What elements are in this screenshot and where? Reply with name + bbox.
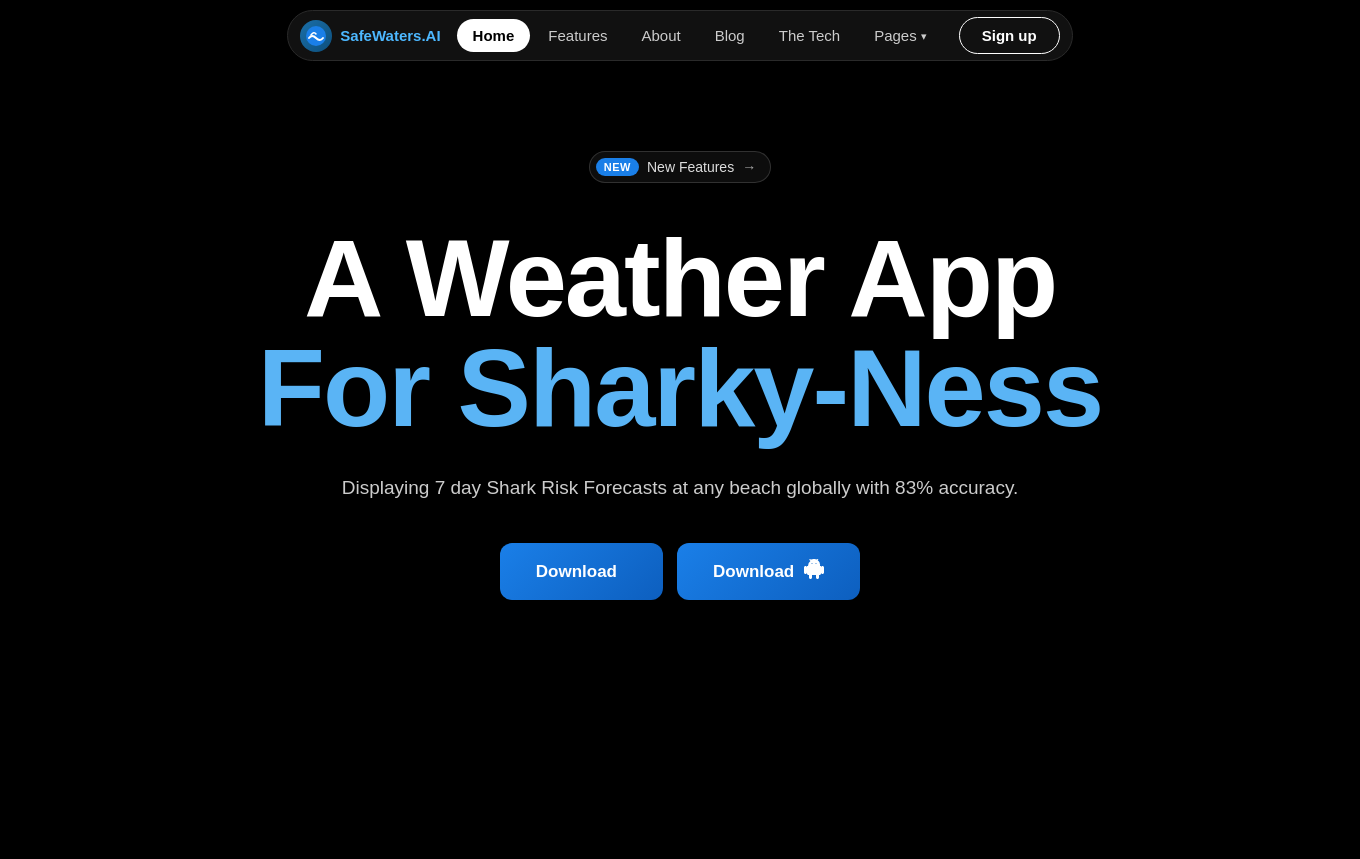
nav-item-features[interactable]: Features <box>532 19 623 52</box>
download-ios-button[interactable]: Download <box>500 543 663 600</box>
hero-subtitle: Displaying 7 day Shark Risk Forecasts at… <box>342 473 1019 503</box>
nav-item-pages[interactable]: Pages ▾ <box>858 19 943 52</box>
download-buttons: Download Download <box>500 543 860 600</box>
nav-inner: SafeWaters.AI Home Features About Blog T… <box>287 10 1072 61</box>
logo[interactable]: SafeWaters.AI <box>300 20 440 52</box>
nav-item-home[interactable]: Home <box>457 19 531 52</box>
nav-item-about[interactable]: About <box>625 19 696 52</box>
download-android-button[interactable]: Download <box>677 543 860 600</box>
logo-icon <box>300 20 332 52</box>
new-features-badge[interactable]: NEW New Features → <box>589 151 771 183</box>
chevron-down-icon: ▾ <box>921 30 927 43</box>
nav-item-blog[interactable]: Blog <box>699 19 761 52</box>
logo-text: SafeWaters.AI <box>340 27 440 44</box>
hero-title-line2: For Sharky-Ness <box>258 333 1102 443</box>
navbar: SafeWaters.AI Home Features About Blog T… <box>0 0 1360 71</box>
badge-text: New Features <box>647 159 734 175</box>
hero-section: NEW New Features → A Weather App For Sha… <box>0 71 1360 600</box>
nav-links: Home Features About Blog The Tech Pages … <box>457 19 943 52</box>
nav-item-the-tech[interactable]: The Tech <box>763 19 856 52</box>
arrow-icon: → <box>742 159 756 175</box>
android-icon <box>804 559 824 584</box>
svg-point-0 <box>306 26 326 46</box>
new-tag: NEW <box>596 158 639 176</box>
signup-button[interactable]: Sign up <box>959 17 1060 54</box>
hero-title-line1: A Weather App <box>304 223 1056 333</box>
